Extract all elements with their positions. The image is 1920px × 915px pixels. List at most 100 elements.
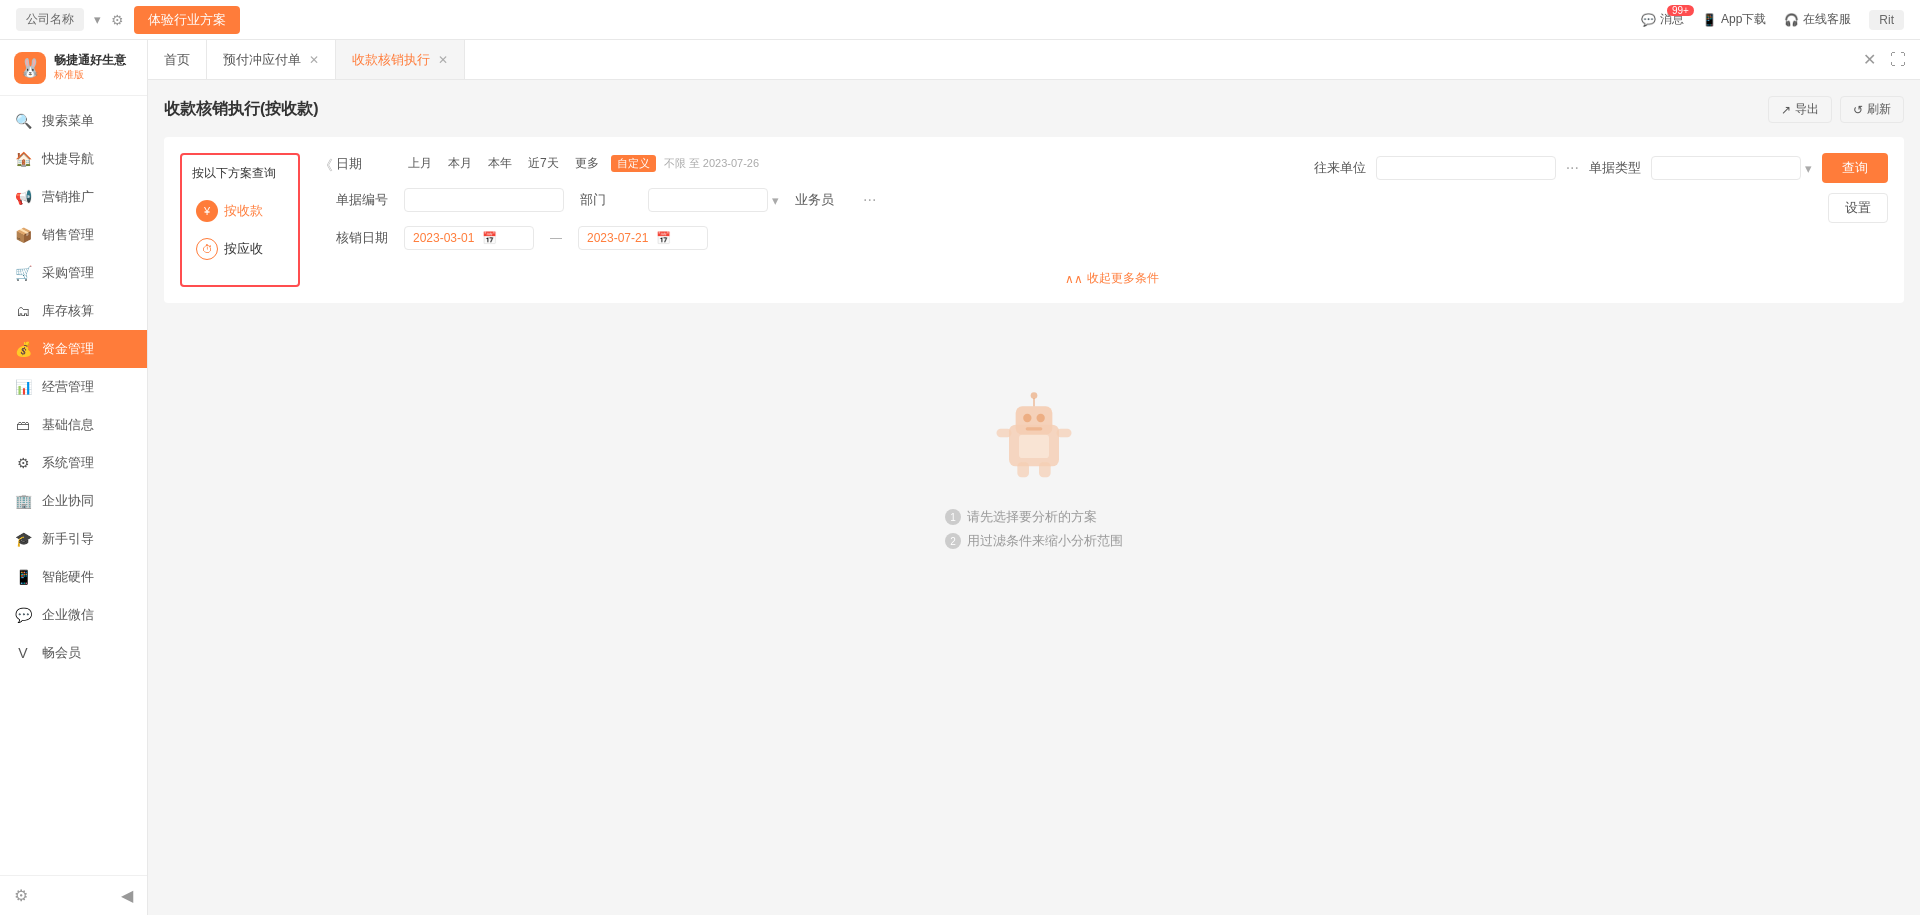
sidebar-item-finance[interactable]: 💰 资金管理 (0, 330, 147, 368)
sidebar-settings-icon[interactable]: ⚙ (14, 886, 28, 905)
doctype-dropdown-icon[interactable]: ▾ (1805, 161, 1812, 176)
online-service-button[interactable]: 🎧 在线客服 (1784, 11, 1851, 28)
tip-text-2: 用过滤条件来缩小分析范围 (967, 532, 1123, 550)
date-quick-last-month[interactable]: 上月 (404, 153, 436, 174)
tab-home[interactable]: 首页 (148, 40, 207, 79)
tab-prepay[interactable]: 预付冲应付单✕ (207, 40, 336, 79)
svg-rect-11 (1019, 435, 1049, 458)
partner-input[interactable] (1376, 156, 1556, 180)
empty-tips: 1 请先选择要分析的方案 2 用过滤条件来缩小分析范围 (945, 508, 1123, 556)
svg-rect-7 (997, 429, 1012, 437)
sidebar-item-operation[interactable]: 📊 经营管理 (0, 368, 147, 406)
sidebar-icon-member: V (14, 645, 32, 661)
sidebar-label-enterprise: 企业协同 (42, 492, 94, 510)
filter-option-by-receivable[interactable]: ⏱ 按应收 (188, 230, 292, 268)
sidebar-label-sales: 销售管理 (42, 226, 94, 244)
logo-text-group: 畅捷通好生意 标准版 (54, 53, 126, 83)
online-service-label: 在线客服 (1803, 11, 1851, 28)
sidebar-item-guide[interactable]: 🎓 新手引导 (0, 520, 147, 558)
sidebar-icon-search: 🔍 (14, 113, 32, 129)
export-button[interactable]: ↗ 导出 (1768, 96, 1832, 123)
sidebar-item-system[interactable]: ⚙ 系统管理 (0, 444, 147, 482)
verifydate-start[interactable]: 2023-03-01 📅 (404, 226, 534, 250)
filter-option-receivable-icon: ⏱ (196, 238, 218, 260)
filter-option-receipt-label: 按收款 (224, 202, 263, 220)
filter-collapse-icon: 《 (319, 157, 333, 175)
calendar-end-icon[interactable]: 📅 (656, 231, 671, 245)
filter-panel: 按以下方案查询 ¥ 按收款 ⏱ 按应收 《 (164, 137, 1904, 303)
sidebar-collapse-icon[interactable]: ◀ (121, 886, 133, 905)
date-quick-more[interactable]: 更多 (571, 153, 603, 174)
collapse-more-icon: ∧∧ (1065, 272, 1083, 286)
sidebar-icon-sales: 📦 (14, 227, 32, 243)
sidebar-icon-hardware: 📱 (14, 569, 32, 585)
tab-close-prepay[interactable]: ✕ (309, 53, 319, 67)
tab-receipt[interactable]: 收款核销执行✕ (336, 40, 465, 79)
verifydate-end[interactable]: 2023-07-21 📅 (578, 226, 708, 250)
filter-sidebar: 按以下方案查询 ¥ 按收款 ⏱ 按应收 (180, 153, 300, 287)
date-quick-this-year[interactable]: 本年 (484, 153, 516, 174)
collapse-more-button[interactable]: ∧∧ 收起更多条件 (336, 266, 1888, 287)
company-selector[interactable]: 公司名称 (16, 8, 84, 31)
sidebar-item-search[interactable]: 🔍 搜索菜单 (0, 102, 147, 140)
sidebar-label-finance: 资金管理 (42, 340, 94, 358)
filter-collapse-button[interactable]: 《 (316, 153, 336, 175)
sidebar-item-basic[interactable]: 🗃 基础信息 (0, 406, 147, 444)
dept-input[interactable] (648, 188, 768, 212)
settings-icon[interactable]: ⚙ (111, 12, 124, 28)
sidebar-item-marketing[interactable]: 📢 营销推广 (0, 178, 147, 216)
date-quick-7days[interactable]: 近7天 (524, 153, 563, 174)
sidebar-label-quicknav: 快捷导航 (42, 150, 94, 168)
docnum-input[interactable] (404, 188, 564, 212)
svg-rect-10 (1039, 462, 1051, 477)
refresh-button[interactable]: ↺ 刷新 (1840, 96, 1904, 123)
user-profile[interactable]: Rit (1869, 10, 1904, 30)
partner-label: 往来单位 (1314, 159, 1366, 177)
company-dropdown-icon[interactable]: ▾ (94, 12, 101, 27)
refresh-label: 刷新 (1867, 101, 1891, 118)
setting-button[interactable]: 设置 (1828, 193, 1888, 223)
tab-close-window-button[interactable]: ✕ (1859, 46, 1880, 73)
app-download-button[interactable]: 📱 App下载 (1702, 11, 1766, 28)
filter-sidebar-title: 按以下方案查询 (188, 165, 292, 182)
sidebar-icon-basic: 🗃 (14, 417, 32, 433)
verifydate-start-value: 2023-03-01 (413, 231, 474, 245)
partner-dots[interactable]: ··· (1566, 159, 1579, 177)
message-button[interactable]: 💬 消息 99+ (1641, 11, 1684, 28)
staff-select-dots[interactable]: ··· (863, 191, 876, 209)
sidebar-item-wechat[interactable]: 💬 企业微信 (0, 596, 147, 634)
sidebar-item-sales[interactable]: 📦 销售管理 (0, 216, 147, 254)
sidebar-label-purchase: 采购管理 (42, 264, 94, 282)
tab-close-receipt[interactable]: ✕ (438, 53, 448, 67)
svg-point-6 (1031, 392, 1038, 399)
query-button[interactable]: 查询 (1822, 153, 1888, 183)
doctype-input[interactable] (1651, 156, 1801, 180)
calendar-start-icon[interactable]: 📅 (482, 231, 497, 245)
sidebar-item-hardware[interactable]: 📱 智能硬件 (0, 558, 147, 596)
empty-tip-1: 1 请先选择要分析的方案 (945, 508, 1123, 526)
tab-maximize-button[interactable]: ⛶ (1886, 47, 1910, 73)
sidebar-item-purchase[interactable]: 🛒 采购管理 (0, 254, 147, 292)
empty-state: 1 请先选择要分析的方案 2 用过滤条件来缩小分析范围 (164, 303, 1904, 596)
top-bar-right: 💬 消息 99+ 📱 App下载 🎧 在线客服 Rit (1641, 10, 1904, 30)
date-quick-this-month[interactable]: 本月 (444, 153, 476, 174)
sidebar-icon-wechat: 💬 (14, 607, 32, 623)
export-icon: ↗ (1781, 103, 1791, 117)
empty-illustration (984, 383, 1084, 486)
empty-robot-svg (984, 383, 1084, 483)
filter-option-by-receipt[interactable]: ¥ 按收款 (188, 192, 292, 230)
sidebar-label-guide: 新手引导 (42, 530, 94, 548)
sidebar-icon-operation: 📊 (14, 379, 32, 395)
dept-dropdown-icon[interactable]: ▾ (772, 193, 779, 208)
svg-rect-9 (1017, 462, 1029, 477)
sidebar-item-quicknav[interactable]: 🏠 快捷导航 (0, 140, 147, 178)
industry-solution-button[interactable]: 体验行业方案 (134, 6, 240, 34)
sidebar-item-member[interactable]: V 畅会员 (0, 634, 147, 672)
sidebar-label-basic: 基础信息 (42, 416, 94, 434)
verifydate-end-value: 2023-07-21 (587, 231, 648, 245)
sidebar-label-hardware: 智能硬件 (42, 568, 94, 586)
sidebar-item-enterprise[interactable]: 🏢 企业协同 (0, 482, 147, 520)
sidebar-icon-guide: 🎓 (14, 531, 32, 547)
sidebar-item-inventory[interactable]: 🗂 库存核算 (0, 292, 147, 330)
sidebar-bottom: ⚙ ◀ (0, 875, 147, 915)
